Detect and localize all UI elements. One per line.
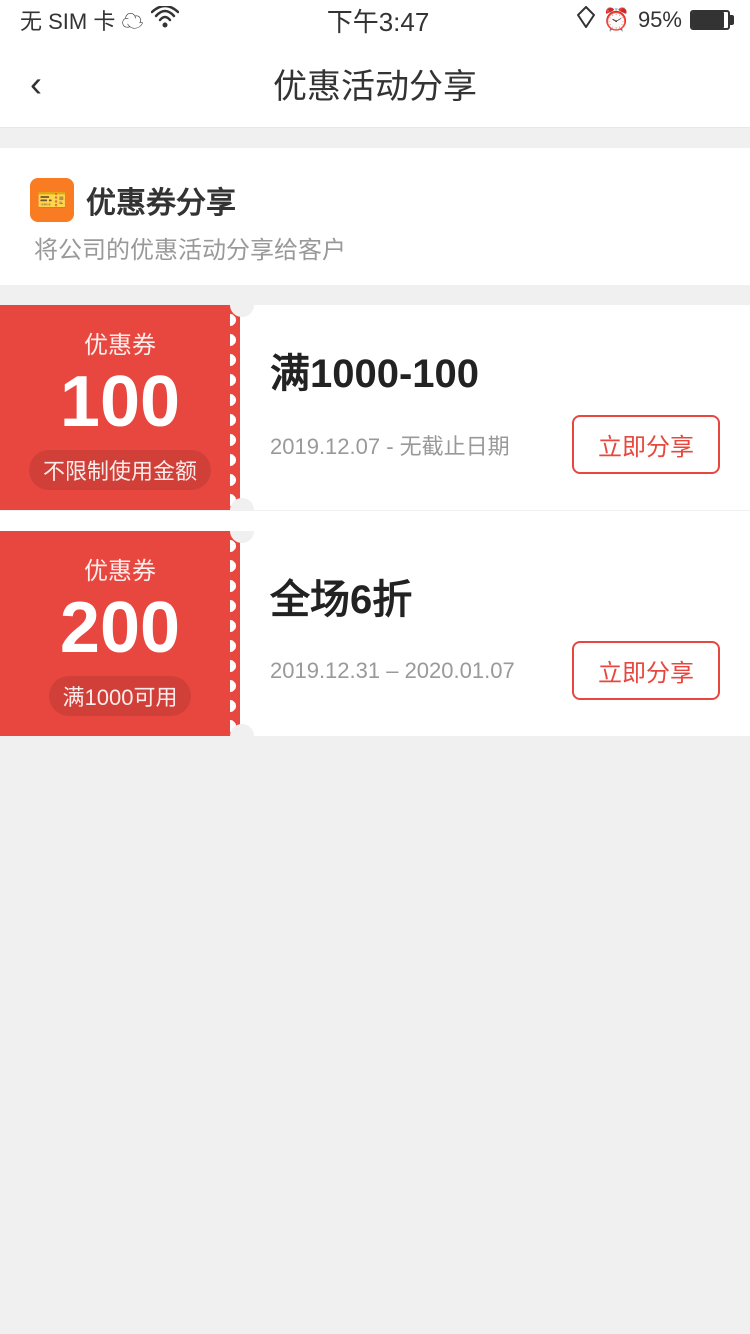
sim-label: 无 SIM 卡 ☁: [20, 4, 143, 36]
coupon-bottom-row-2: 2019.12.31 – 2020.01.07 立即分享: [270, 641, 720, 700]
share-button-2[interactable]: 立即分享: [572, 641, 720, 700]
coupon-amount-2: 200: [60, 592, 180, 664]
coupon-label-1: 优惠券: [84, 325, 156, 360]
coupon-name-1: 满1000-100: [270, 341, 720, 399]
coupon-date-2: 2019.12.31 – 2020.01.07: [270, 658, 515, 684]
coupon-condition-2: 满1000可用: [49, 676, 192, 716]
section-header: 🎫 优惠券分享 将公司的优惠活动分享给客户: [0, 148, 750, 285]
status-bar: 无 SIM 卡 ☁ 下午3:47 ⏰ 95%: [0, 0, 750, 40]
coupon-amount-1: 100: [60, 366, 180, 438]
section-header-top: 🎫 优惠券分享: [30, 178, 720, 222]
status-right: ⏰ 95%: [577, 6, 730, 34]
alarm-icon: ⏰: [603, 7, 630, 33]
coupon-item: 优惠券 200 满1000可用 全场6折 2019.12.31 – 2020.0…: [0, 531, 750, 737]
battery-percent: 95%: [638, 7, 682, 33]
status-time: 下午3:47: [327, 2, 430, 39]
nav-bar: ‹ 优惠活动分享: [0, 40, 750, 128]
coupon-list: 优惠券 100 不限制使用金额 满1000-100 2019.12.07 - 无…: [0, 305, 750, 737]
coupon-condition-1: 不限制使用金额: [29, 450, 211, 490]
coupon-label-2: 优惠券: [84, 551, 156, 586]
coupon-left-2: 优惠券 200 满1000可用: [0, 531, 240, 736]
coupon-right-2: 全场6折 2019.12.31 – 2020.01.07 立即分享: [240, 531, 750, 736]
empty-area: [0, 737, 750, 1237]
section-subtitle: 将公司的优惠活动分享给客户: [34, 230, 720, 265]
back-button[interactable]: ‹: [30, 63, 42, 105]
share-button-1[interactable]: 立即分享: [572, 415, 720, 474]
coupon-left-1: 优惠券 100 不限制使用金额: [0, 305, 240, 510]
coupon-name-2: 全场6折: [270, 567, 720, 625]
coupon-right-1: 满1000-100 2019.12.07 - 无截止日期 立即分享: [240, 305, 750, 510]
section-title: 优惠券分享: [86, 178, 236, 222]
location-icon: [577, 6, 595, 34]
battery-icon: [690, 10, 730, 30]
page-title: 优惠活动分享: [273, 59, 477, 108]
coupon-share-icon: 🎫: [30, 178, 74, 222]
wifi-icon: [151, 6, 179, 34]
coupon-item: 优惠券 100 不限制使用金额 满1000-100 2019.12.07 - 无…: [0, 305, 750, 511]
coupon-bottom-row-1: 2019.12.07 - 无截止日期 立即分享: [270, 415, 720, 474]
coupon-date-1: 2019.12.07 - 无截止日期: [270, 429, 510, 461]
status-left: 无 SIM 卡 ☁: [20, 4, 179, 36]
